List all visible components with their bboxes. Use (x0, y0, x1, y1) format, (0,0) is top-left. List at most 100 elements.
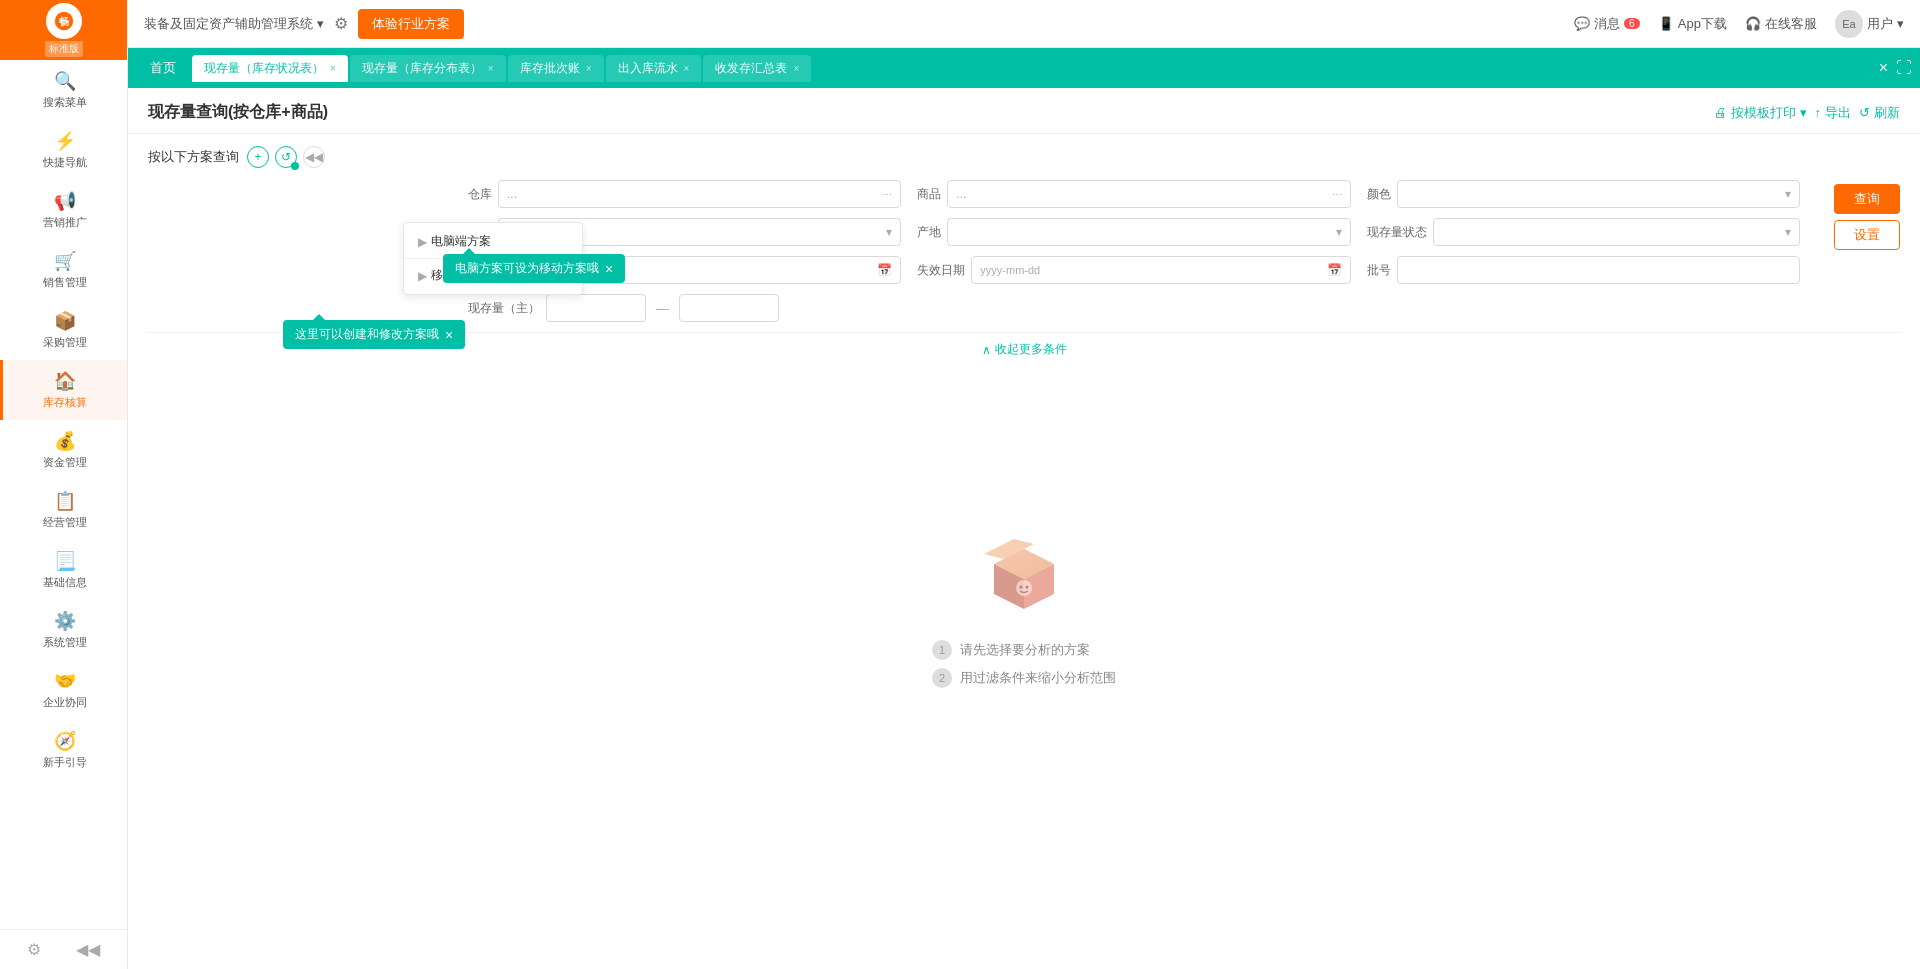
filter-warehouse-placeholder: ... (507, 187, 517, 201)
sidebar-item-sales-label: 销售管理 (43, 275, 87, 290)
user-label: 用户 (1867, 15, 1893, 33)
sidebar-item-marketing[interactable]: 📢 营销推广 (0, 180, 127, 240)
filter-label: 按以下方案查询 (148, 148, 239, 166)
scheme-tooltip-close[interactable]: × (605, 261, 613, 277)
tab-receive-summary-label: 收发存汇总表 (715, 60, 787, 77)
phone-icon: 📱 (1658, 16, 1674, 31)
scheme-tooltip: 电脑方案可设为移动方案哦 × (443, 254, 625, 283)
sidebar-item-sales[interactable]: 🛒 销售管理 (0, 240, 127, 300)
online-support-btn[interactable]: 🎧 在线客服 (1745, 15, 1817, 33)
tab-close-all-btn[interactable]: × (1879, 59, 1888, 77)
tab-inventory-status[interactable]: 现存量（库存状况表） × (192, 55, 348, 82)
tab-batch-account[interactable]: 库存批次账 × (508, 55, 604, 82)
refresh-btn[interactable]: ↺ 刷新 (1859, 104, 1900, 122)
search-btn[interactable]: 查询 (1834, 184, 1900, 214)
sidebar-item-enterprise[interactable]: 🤝 企业协同 (0, 660, 127, 720)
sidebar-item-guide[interactable]: 🧭 新手引导 (0, 720, 127, 780)
produce-date-calendar-icon: 📅 (877, 263, 892, 277)
filter-item-stock-main: 现存量（主） — (468, 294, 901, 322)
sidebar-item-basic-info[interactable]: 📃 基础信息 (0, 540, 127, 600)
tab-in-out-flow[interactable]: 出入库流水 × (606, 55, 702, 82)
sidebar-item-system[interactable]: ⚙️ 系统管理 (0, 600, 127, 660)
user-info[interactable]: Ea 用户 ▾ (1835, 10, 1904, 38)
filter-stock-status-label: 现存量状态 (1367, 224, 1427, 241)
app-download-btn[interactable]: 📱 App下载 (1658, 15, 1727, 33)
filter-item-batch-no: 批号 (1367, 256, 1800, 284)
sidebar-collapse-btn[interactable]: ◀◀ (76, 940, 100, 959)
sidebar-item-system-label: 系统管理 (43, 635, 87, 650)
filter-back-btn[interactable]: ◀◀ (303, 146, 325, 168)
sidebar-item-marketing-label: 营销推广 (43, 215, 87, 230)
page-header: 现存量查询(按仓库+商品) 🖨 按模板打印 ▾ ↑ 导出 ↺ 刷新 (128, 88, 1920, 134)
filter-origin-select[interactable]: ▾ (947, 218, 1350, 246)
tab-receive-summary-close[interactable]: × (793, 63, 799, 74)
basic-info-icon: 📃 (54, 550, 76, 572)
sidebar-tag: 标准版 (45, 41, 83, 57)
filter-stock-main-from[interactable] (546, 294, 646, 322)
sidebar-item-inventory[interactable]: 🏠 库存核算 (0, 360, 127, 420)
scheme-item-desktop[interactable]: ▶ 电脑端方案 (404, 227, 582, 256)
print-btn[interactable]: 🖨 按模板打印 ▾ (1714, 104, 1807, 122)
filter-row-2: 尺码 ▾ 产地 ▾ (148, 218, 1800, 246)
tab-inventory-dist[interactable]: 现存量（库存分布表） × (350, 55, 506, 82)
export-btn[interactable]: ↑ 导出 (1815, 104, 1852, 122)
system-selector[interactable]: 装备及固定资产辅助管理系统 ▾ (144, 15, 324, 33)
sidebar-item-quick-nav[interactable]: ⚡ 快捷导航 (0, 120, 127, 180)
scheme-item-mobile-arrow: ▶ (418, 269, 427, 283)
message-badge: 6 (1624, 18, 1640, 29)
industry-btn[interactable]: 体验行业方案 (358, 9, 464, 39)
filter-goods-select[interactable]: ... ⋯ (947, 180, 1350, 208)
tab-in-out-flow-close[interactable]: × (684, 63, 690, 74)
filter-color-select[interactable]: ▾ (1397, 180, 1800, 208)
sidebar-item-finance[interactable]: 💰 资金管理 (0, 420, 127, 480)
sidebar-item-purchase[interactable]: 📦 采购管理 (0, 300, 127, 360)
empty-steps: 1 请先选择要分析的方案 2 用过滤条件来缩小分析范围 (932, 640, 1116, 688)
gear-btn[interactable]: ⚙ (334, 14, 348, 33)
filter-actions: + ↺ ◀◀ (247, 146, 325, 168)
warehouse-more-icon: ⋯ (882, 189, 892, 200)
content-area: 现存量查询(按仓库+商品) 🖨 按模板打印 ▾ ↑ 导出 ↺ 刷新 (128, 88, 1920, 969)
finance-icon: 💰 (54, 430, 76, 452)
main-area: 装备及固定资产辅助管理系统 ▾ ⚙ 体验行业方案 💬 消息 6 📱 App下载 … (128, 0, 1920, 969)
expire-date-calendar-icon: 📅 (1327, 263, 1342, 277)
tab-expand-btn[interactable]: ⛶ (1896, 59, 1912, 77)
tab-batch-account-close[interactable]: × (586, 63, 592, 74)
header-left: 装备及固定资产辅助管理系统 ▾ ⚙ 体验行业方案 (144, 9, 464, 39)
message-btn[interactable]: 💬 消息 6 (1574, 15, 1640, 33)
tab-bar-end: × ⛶ (1879, 59, 1912, 77)
filter-stock-status-select[interactable]: ▾ (1433, 218, 1800, 246)
sidebar-item-search[interactable]: 🔍 搜索菜单 (0, 60, 127, 120)
tab-receive-summary[interactable]: 收发存汇总表 × (703, 55, 811, 82)
tab-home[interactable]: 首页 (136, 53, 190, 83)
edit-tooltip: 这里可以创建和修改方案哦 × (283, 320, 465, 349)
refresh-icon: ↺ (1859, 105, 1870, 120)
filter-stock-main-to[interactable] (679, 294, 779, 322)
export-label: 导出 (1825, 104, 1851, 122)
online-support-label: 在线客服 (1765, 15, 1817, 33)
sales-icon: 🛒 (54, 250, 76, 272)
empty-state: 1 请先选择要分析的方案 2 用过滤条件来缩小分析范围 (128, 444, 1920, 768)
sidebar-item-operations[interactable]: 📋 经营管理 (0, 480, 127, 540)
sidebar-settings-btn[interactable]: ⚙ (27, 940, 41, 959)
header-right: 💬 消息 6 📱 App下载 🎧 在线客服 Ea 用户 ▾ (1574, 10, 1904, 38)
tab-inventory-status-close[interactable]: × (330, 63, 336, 74)
step-num-2: 2 (932, 668, 952, 688)
filter-batch-no-input[interactable] (1397, 256, 1800, 284)
collapse-chevron-icon: ∧ (982, 343, 991, 357)
svg-text:畅: 畅 (58, 16, 68, 27)
color-chevron-icon: ▾ (1785, 187, 1791, 201)
filter-row-4: 现存量（主） — (148, 294, 1800, 322)
message-icon: 💬 (1574, 16, 1590, 31)
set-btn[interactable]: 设置 (1834, 220, 1900, 250)
tab-inventory-dist-close[interactable]: × (488, 63, 494, 74)
filter-add-btn[interactable]: + (247, 146, 269, 168)
filter-expire-date-input[interactable]: yyyy-mm-dd 📅 (971, 256, 1350, 284)
filter-warehouse-select[interactable]: ... ⋯ (498, 180, 901, 208)
svg-point-7 (1016, 580, 1032, 596)
edit-tooltip-close[interactable]: × (445, 327, 453, 343)
message-label: 消息 (1594, 15, 1620, 33)
filter-goods-placeholder: ... (956, 187, 966, 201)
filter-origin-label: 产地 (917, 224, 941, 241)
scheme-item-desktop-arrow: ▶ (418, 235, 427, 249)
stock-status-chevron-icon: ▾ (1785, 225, 1791, 239)
